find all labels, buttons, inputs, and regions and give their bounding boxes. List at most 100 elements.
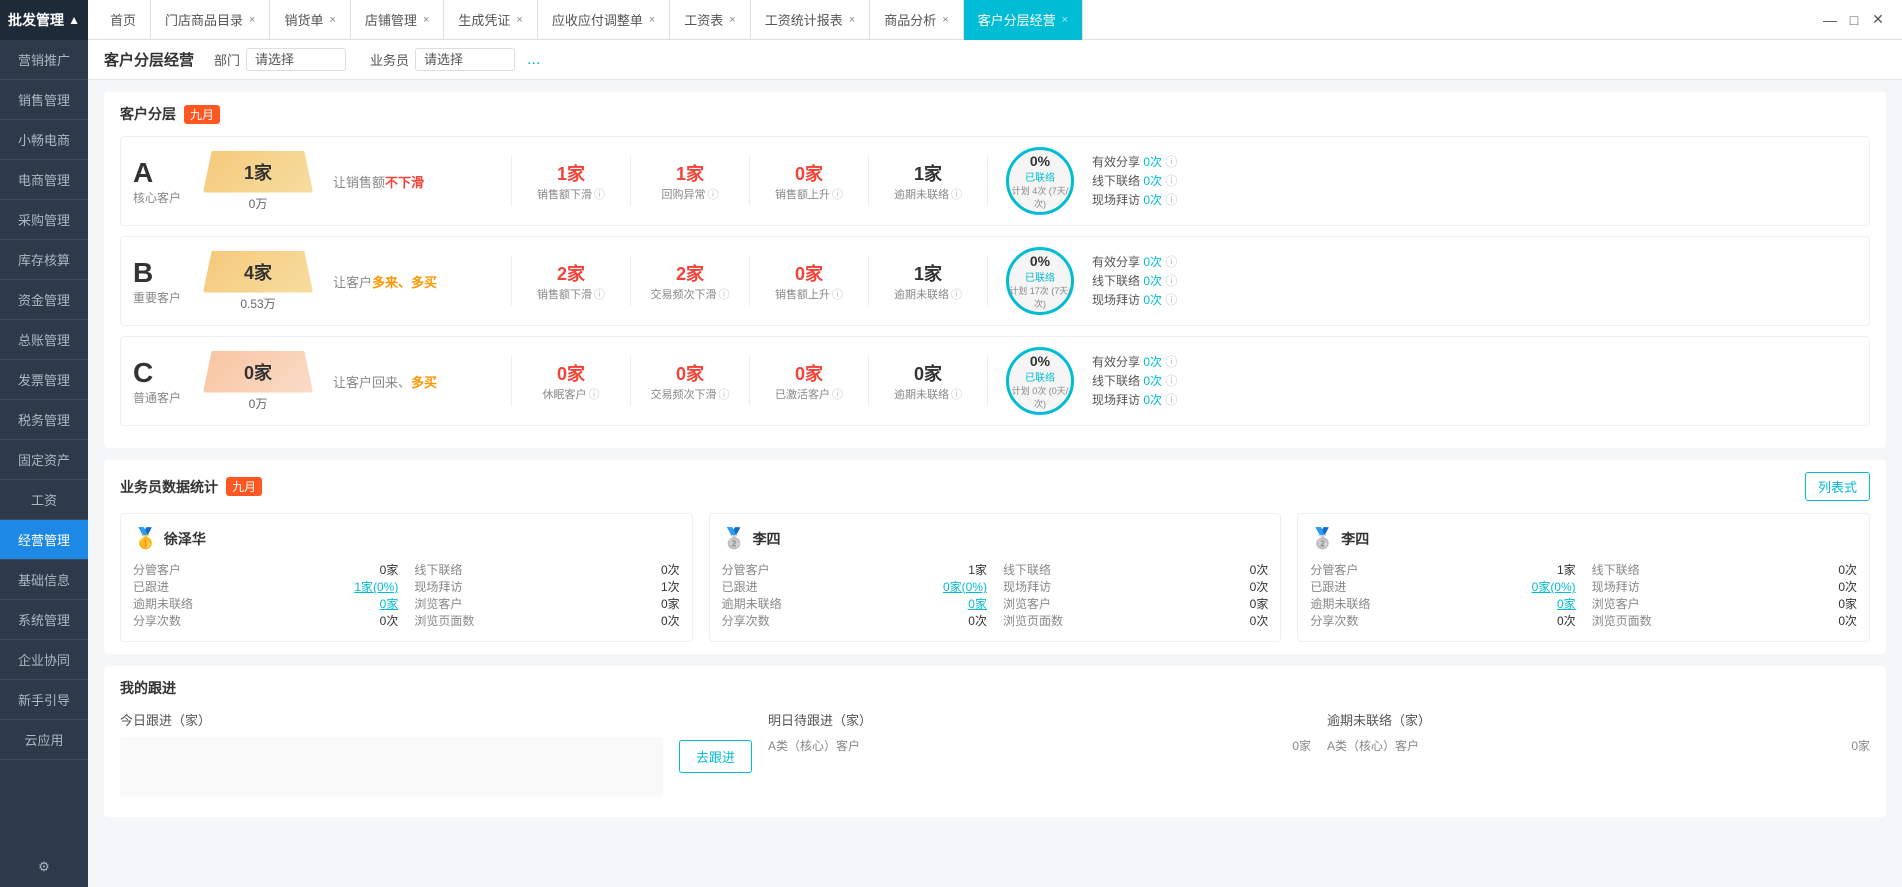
dept-select[interactable]: 请选择 <box>246 48 346 71</box>
tier-right-stat-value[interactable]: 0次 <box>1143 355 1162 369</box>
tier-right-stat-value[interactable]: 0次 <box>1143 155 1162 169</box>
info-icon: ⓘ <box>594 186 605 202</box>
tier-stat-divider <box>749 356 750 406</box>
tier-right-stat-row: 有效分享 0次 ⓘ <box>1092 153 1177 170</box>
maximize-button[interactable]: □ <box>1846 12 1862 28</box>
tab-生成凭证[interactable]: 生成凭证× <box>444 0 537 40</box>
tab-close-店铺管理[interactable]: × <box>423 14 429 26</box>
tier-right-stat-value[interactable]: 0次 <box>1143 255 1162 269</box>
tab-销货单[interactable]: 销货单× <box>270 0 350 40</box>
tier-right-stat-value[interactable]: 0次 <box>1143 274 1162 288</box>
tier-right-stat-value[interactable]: 0次 <box>1143 393 1162 407</box>
tier-stat-num: 0家 <box>795 360 823 386</box>
sidebar-item-工资[interactable]: 工资 <box>0 480 88 520</box>
staff-label: 业务员 <box>370 50 409 69</box>
sidebar-item-库存核算[interactable]: 库存核算 <box>0 240 88 280</box>
tier-count-block-B: 4家 0.53万 <box>203 251 313 312</box>
tab-close-商品分析[interactable]: × <box>942 14 948 26</box>
sidebar-item-电商管理[interactable]: 电商管理 <box>0 160 88 200</box>
tab-门店商品目录[interactable]: 门店商品目录× <box>151 0 270 40</box>
tier-stat-B-2: 0家 销售额上升 ⓘ <box>764 260 854 302</box>
tab-close-生成凭证[interactable]: × <box>516 14 522 26</box>
tab-bar: 首页门店商品目录×销货单×店铺管理×生成凭证×应收应付调整单×工资表×工资统计报… <box>88 0 1902 40</box>
tomorrow-progress-card: 明日待跟进（家） A类（核心）客户 0家 <box>768 710 1311 758</box>
sidebar-item-云应用[interactable]: 云应用 <box>0 720 88 760</box>
sidebar-item-资金管理[interactable]: 资金管理 <box>0 280 88 320</box>
go-progress-button[interactable]: 去跟进 <box>679 740 752 773</box>
customer-tier-section: 客户分层 九月 A核心客户 1家 0万 让销售额不下滑 1家 销售额下滑 ⓘ 1… <box>104 92 1886 448</box>
tier-right-stat-value[interactable]: 0次 <box>1143 174 1162 188</box>
staff-stat-row-0-1: 线下联络 0次 <box>414 561 679 578</box>
tier-right-stat-value[interactable]: 0次 <box>1143 193 1162 207</box>
tab-工资表[interactable]: 工资表× <box>670 0 750 40</box>
list-view-button[interactable]: 列表式 <box>1805 472 1870 501</box>
sidebar-item-税务管理[interactable]: 税务管理 <box>0 400 88 440</box>
tier-right-stat-label: 线下联络 <box>1092 374 1143 388</box>
sidebar-item-系统管理[interactable]: 系统管理 <box>0 600 88 640</box>
minimize-button[interactable]: — <box>1822 12 1838 28</box>
tab-工资统计报表[interactable]: 工资统计报表× <box>751 0 870 40</box>
sidebar-collapse-icon[interactable]: ▲ <box>68 13 80 27</box>
staff-stat-value[interactable]: 0家(0%) <box>943 578 987 595</box>
tab-close-门店商品目录[interactable]: × <box>249 14 255 26</box>
tab-close-客户分层经营[interactable]: × <box>1062 14 1068 26</box>
tab-首页[interactable]: 首页 <box>96 0 151 40</box>
sidebar-item-新手引导[interactable]: 新手引导 <box>0 680 88 720</box>
tab-商品分析[interactable]: 商品分析× <box>870 0 963 40</box>
page-title: 客户分层经营 <box>104 49 194 70</box>
tier-stat-A-1: 1家 回购异常 ⓘ <box>645 160 735 202</box>
staff-name-1: 李四 <box>753 529 781 549</box>
sidebar-item-发票管理[interactable]: 发票管理 <box>0 360 88 400</box>
staff-card-0: 🥇 徐泽华 分管客户 0家 已跟进 1家(0%) 逾期未联络 0家 分享次数 0… <box>120 513 693 642</box>
sidebar-item-销售管理[interactable]: 销售管理 <box>0 80 88 120</box>
sidebar-item-固定资产[interactable]: 固定资产 <box>0 440 88 480</box>
tab-close-工资统计报表[interactable]: × <box>849 14 855 26</box>
tier-right-stat-value[interactable]: 0次 <box>1143 374 1162 388</box>
info-icon: ⓘ <box>1165 355 1177 369</box>
staff-stat-value[interactable]: 1家(0%) <box>354 578 398 595</box>
info-icon: ⓘ <box>1165 374 1177 388</box>
tab-close-应收应付调整单[interactable]: × <box>649 14 655 26</box>
customer-tier-header: 客户分层 九月 <box>120 104 1870 124</box>
staff-name-row-0: 🥇 徐泽华 <box>133 526 680 551</box>
tab-店铺管理[interactable]: 店铺管理× <box>351 0 444 40</box>
staff-stat-row-2-4: 逾期未联络 0家 <box>1310 595 1575 612</box>
sidebar-settings[interactable]: ⚙ <box>0 847 88 887</box>
staff-stat-value[interactable]: 0家 <box>968 595 987 612</box>
staff-stat-label: 浏览客户 <box>414 595 462 612</box>
tier-circle-pct: 0% <box>1030 253 1050 269</box>
more-button[interactable]: ... <box>527 51 540 69</box>
tab-close-销货单[interactable]: × <box>329 14 335 26</box>
tier-a-label: A类（核心）客户 <box>768 737 860 754</box>
tier-stat-label: 逾期未联络 ⓘ <box>894 186 962 202</box>
tab-客户分层经营[interactable]: 客户分层经营× <box>964 0 1083 40</box>
staff-stat-value[interactable]: 0家(0%) <box>1532 578 1576 595</box>
tier-stat-C-0: 0家 休眠客户 ⓘ <box>526 360 616 402</box>
tier-label-B: B重要客户 <box>133 257 193 306</box>
sidebar-item-企业协同[interactable]: 企业协同 <box>0 640 88 680</box>
sidebar-item-小畅电商[interactable]: 小畅电商 <box>0 120 88 160</box>
sidebar-item-营销推广[interactable]: 营销推广 <box>0 40 88 80</box>
tier-stat-C-1: 0家 交易频次下滑 ⓘ <box>645 360 735 402</box>
info-icon: ⓘ <box>719 386 730 402</box>
sidebar-item-采购管理[interactable]: 采购管理 <box>0 200 88 240</box>
tier-stat-divider <box>749 256 750 306</box>
tier-right-stat-value[interactable]: 0次 <box>1143 293 1162 307</box>
toolbar: 客户分层经营 部门 请选择 业务员 请选择 ... <box>88 40 1902 80</box>
staff-select[interactable]: 请选择 <box>415 48 515 71</box>
staff-stat-row-1-0: 分管客户 1家 <box>722 561 987 578</box>
sidebar-item-总账管理[interactable]: 总账管理 <box>0 320 88 360</box>
staff-stat-value[interactable]: 0家 <box>380 595 399 612</box>
sidebar-item-基础信息[interactable]: 基础信息 <box>0 560 88 600</box>
close-button[interactable]: ✕ <box>1870 12 1886 28</box>
staff-stat-label: 线下联络 <box>1003 561 1051 578</box>
sidebar-item-经营管理[interactable]: 经营管理 <box>0 520 88 560</box>
tier-circle-sub: 计划 17次 (7天/次) <box>1009 284 1071 310</box>
tier-divider-2 <box>987 356 988 406</box>
tier-right-stat-row: 现场拜访 0次 ⓘ <box>1092 191 1177 208</box>
tier-letter: A <box>133 157 193 189</box>
tab-close-工资表[interactable]: × <box>729 14 735 26</box>
tab-应收应付调整单[interactable]: 应收应付调整单× <box>538 0 670 40</box>
info-icon: ⓘ <box>1165 255 1177 269</box>
staff-stat-value[interactable]: 0家 <box>1557 595 1576 612</box>
